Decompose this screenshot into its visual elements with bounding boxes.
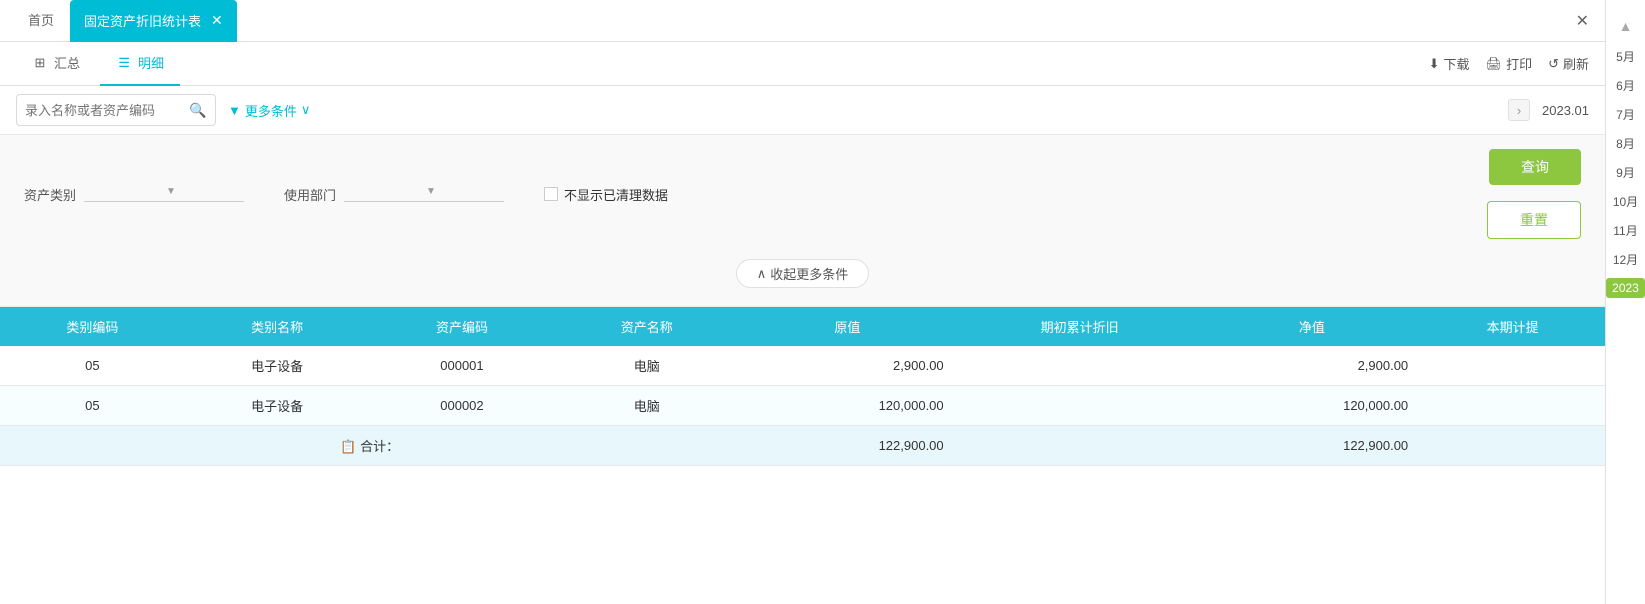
department-arrow-icon: ▼ [426, 186, 504, 197]
table-row: 05电子设备000001电脑2,900.002,900.00 [0, 346, 1605, 386]
search-input[interactable] [25, 103, 185, 118]
month-list: 5月6月7月8月9月10月11月12月 [1613, 42, 1638, 274]
tab-summary-label: 汇总 [54, 53, 80, 72]
refresh-action[interactable]: ↺ 刷新 [1548, 54, 1589, 73]
nav-home[interactable]: 首页 [16, 0, 66, 42]
right-sidebar: ▲ 5月6月7月8月9月10月11月12月 2023 [1605, 0, 1645, 604]
tab-close-icon[interactable]: ✕ [211, 12, 223, 29]
col-asset-name: 资产名称 [554, 307, 739, 346]
tab-label: 固定资产折旧统计表 [84, 11, 201, 30]
total-label: 合计： [360, 439, 399, 454]
col-asset-code: 资产编码 [370, 307, 555, 346]
filter-icon: ▼ [228, 103, 241, 118]
asset-type-field: 资产类别 ▼ [24, 185, 244, 204]
month-item[interactable]: 10月 [1613, 187, 1638, 216]
tab-detail[interactable]: ☰ 明细 [100, 42, 180, 86]
window-close-icon[interactable]: ✕ [1576, 11, 1589, 31]
month-item[interactable]: 6月 [1613, 71, 1638, 100]
sidebar-nav-up[interactable]: ▲ [1610, 10, 1642, 42]
filter-buttons: 查询 重置 [1487, 149, 1581, 239]
exclude-cleared-label: 不显示已清理数据 [564, 185, 668, 204]
advanced-filter-row: 资产类别 ▼ 使用部门 ▼ 不显示已清理数据 查询 重置 [24, 149, 1581, 239]
tab-detail-label: 明细 [138, 53, 164, 72]
refresh-icon: ↺ [1548, 56, 1559, 72]
collapse-label: 收起更多条件 [770, 264, 848, 283]
month-item[interactable]: 5月 [1613, 42, 1638, 71]
col-category-name: 类别名称 [185, 307, 370, 346]
col-accumulated-depreciation: 期初累计折旧 [956, 307, 1204, 346]
asset-type-arrow-icon: ▼ [166, 186, 244, 197]
active-tab[interactable]: 固定资产折旧统计表 ✕ [70, 0, 237, 42]
col-net-value: 净值 [1204, 307, 1421, 346]
month-item[interactable]: 9月 [1613, 158, 1638, 187]
table-wrap: 类别编码 类别名称 资产编码 资产名称 原值 期初累计折旧 净值 本期计提 05… [0, 307, 1605, 604]
total-row: 📋合计：122,900.00122,900.00 [0, 426, 1605, 466]
month-item[interactable]: 8月 [1613, 129, 1638, 158]
collapse-btn-row: ∧ 收起更多条件 [24, 251, 1581, 292]
table-header-row: 类别编码 类别名称 资产编码 资产名称 原值 期初累计折旧 净值 本期计提 [0, 307, 1605, 346]
month-item[interactable]: 12月 [1613, 245, 1638, 274]
month-item[interactable]: 7月 [1613, 100, 1638, 129]
asset-type-label: 资产类别 [24, 185, 76, 204]
summary-icon: ⊞ [32, 55, 48, 71]
download-icon: ⬇ [1429, 56, 1440, 72]
print-action[interactable]: 🖨 打印 [1486, 54, 1533, 73]
department-field: 使用部门 ▼ [284, 185, 504, 204]
collapse-icon: ∧ [757, 266, 767, 282]
detail-icon: ☰ [116, 55, 132, 71]
top-nav: 首页 固定资产折旧统计表 ✕ ✕ [0, 0, 1605, 42]
table-row: 05电子设备000002电脑120,000.00120,000.00 [0, 386, 1605, 426]
exclude-cleared-wrap[interactable]: 不显示已清理数据 [544, 185, 668, 204]
download-label: 下载 [1444, 54, 1470, 73]
print-icon: 🖨 [1486, 56, 1503, 72]
asset-type-select[interactable]: ▼ [84, 186, 244, 202]
col-original-value: 原值 [739, 307, 956, 346]
more-filter-label: 更多条件 [245, 101, 297, 120]
search-wrap[interactable]: 🔍 [16, 94, 216, 126]
more-filter-btn[interactable]: ▼ 更多条件 ∨ [228, 101, 310, 120]
tab-summary[interactable]: ⊞ 汇总 [16, 42, 96, 86]
col-category-code: 类别编码 [0, 307, 185, 346]
reset-button[interactable]: 重置 [1487, 201, 1581, 239]
col-current-depreciation: 本期计提 [1420, 307, 1605, 346]
department-label: 使用部门 [284, 185, 336, 204]
print-label: 打印 [1506, 54, 1532, 73]
month-item[interactable]: 11月 [1613, 216, 1638, 245]
data-table: 类别编码 类别名称 资产编码 资产名称 原值 期初累计折旧 净值 本期计提 05… [0, 307, 1605, 466]
total-icon: 📋 [340, 439, 356, 454]
year-badge: 2023 [1606, 278, 1645, 298]
search-icon[interactable]: 🔍 [189, 102, 206, 119]
tab-actions: ⬇ 下载 🖨 打印 ↺ 刷新 [1429, 54, 1589, 73]
sub-tabs-bar: ⊞ 汇总 ☰ 明细 ⬇ 下载 🖨 打印 ↺ 刷新 [0, 42, 1605, 86]
chevron-down-icon: ∨ [301, 102, 311, 118]
date-label: 2023.01 [1542, 103, 1589, 118]
collapse-button[interactable]: ∧ 收起更多条件 [736, 259, 870, 288]
exclude-cleared-checkbox[interactable] [544, 187, 558, 201]
download-action[interactable]: ⬇ 下载 [1429, 54, 1470, 73]
sidebar-toggle-arrow[interactable]: › [1508, 99, 1530, 121]
department-select[interactable]: ▼ [344, 186, 504, 202]
refresh-label: 刷新 [1563, 54, 1589, 73]
filter-row: 🔍 ▼ 更多条件 ∨ › 2023.01 [0, 86, 1605, 135]
advanced-filter-panel: 资产类别 ▼ 使用部门 ▼ 不显示已清理数据 查询 重置 [0, 135, 1605, 307]
query-button[interactable]: 查询 [1489, 149, 1581, 185]
